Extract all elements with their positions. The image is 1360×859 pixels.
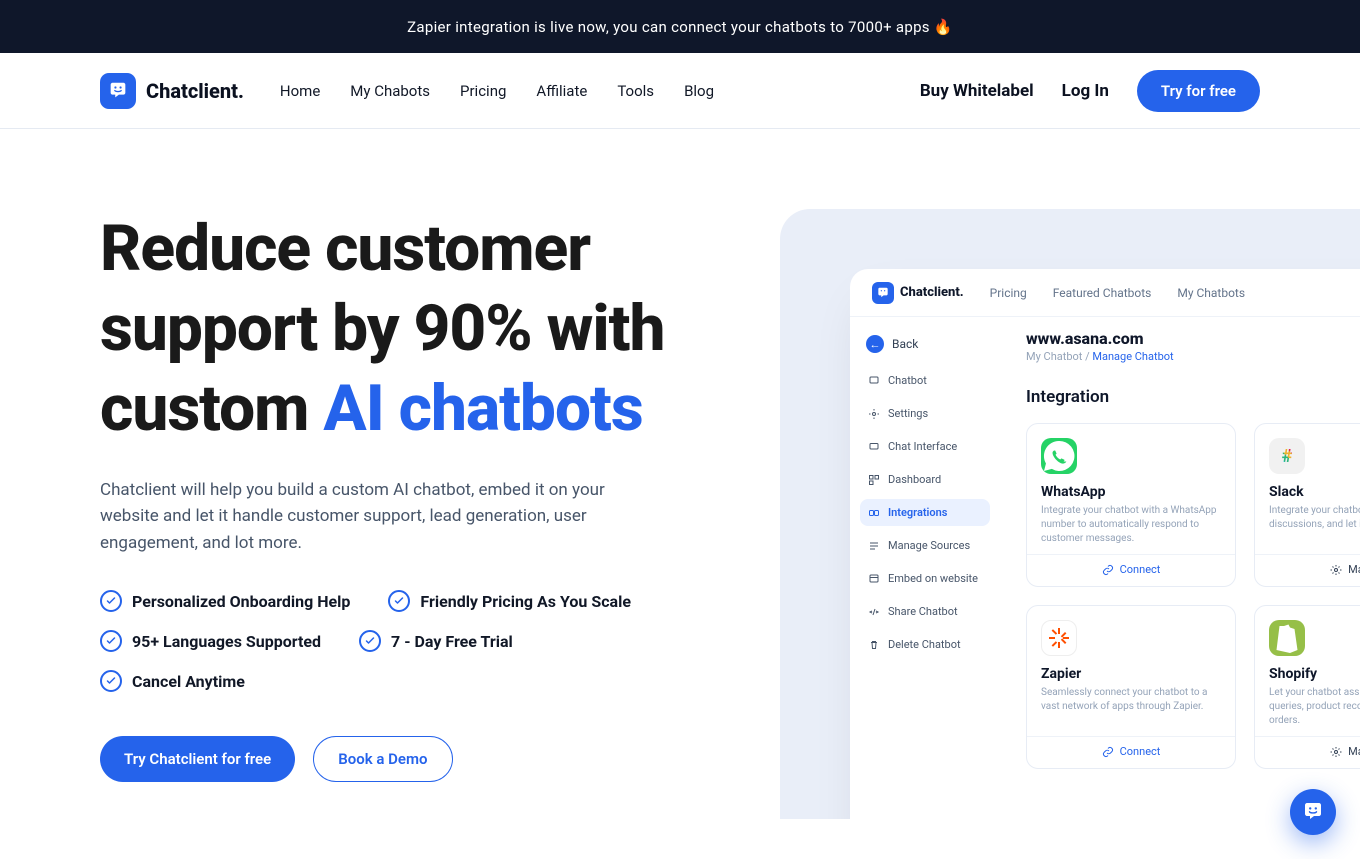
- benefit-label: Personalized Onboarding Help: [132, 592, 350, 611]
- announcement-bar[interactable]: Zapier integration is live now, you can …: [0, 0, 1360, 53]
- benefit-item: 7 - Day Free Trial: [359, 630, 513, 652]
- brand-name: Chatclient.: [146, 79, 244, 103]
- card-title: Slack: [1269, 484, 1360, 500]
- hero-ctas: Try Chatclient for free Book a Demo: [100, 736, 740, 782]
- site-header: Chatclient. Home My Chabots Pricing Affi…: [0, 53, 1360, 129]
- mock-sidebar-item: Delete Chatbot: [860, 631, 990, 658]
- mock-brand: Chatclient.: [872, 282, 964, 304]
- benefit-label: 7 - Day Free Trial: [391, 632, 513, 651]
- benefit-label: 95+ Languages Supported: [132, 632, 321, 651]
- nav-blog[interactable]: Blog: [684, 82, 714, 100]
- nav-pricing[interactable]: Pricing: [460, 82, 506, 100]
- mock-topnav-item: Pricing: [990, 286, 1027, 300]
- card-action: Connect: [1027, 554, 1235, 576]
- try-chatclient-button[interactable]: Try Chatclient for free: [100, 736, 295, 782]
- announcement-text: Zapier integration is live now, you can …: [407, 18, 953, 36]
- hero-illustration: Chatclient. Pricing Featured Chatbots My…: [780, 209, 1360, 819]
- buy-whitelabel-link[interactable]: Buy Whitelabel: [920, 81, 1034, 101]
- mock-sidebar-item: Share Chatbot: [860, 598, 990, 625]
- benefit-item: Personalized Onboarding Help: [100, 590, 350, 612]
- mock-sidebar-item: Manage Sources: [860, 532, 990, 559]
- benefit-item: 95+ Languages Supported: [100, 630, 321, 652]
- check-circle-icon: [359, 630, 381, 652]
- mock-topbar: Chatclient. Pricing Featured Chatbots My…: [850, 269, 1360, 317]
- chat-widget-button[interactable]: [1290, 789, 1336, 835]
- mock-site-name: www.asana.com: [1026, 329, 1360, 348]
- card-action: Connect: [1027, 736, 1235, 758]
- link-icon: [1102, 746, 1114, 758]
- main-nav: Home My Chabots Pricing Affiliate Tools …: [280, 82, 714, 100]
- arrow-left-icon: ←: [866, 335, 884, 353]
- shopify-icon: [1269, 620, 1305, 656]
- benefit-item: Friendly Pricing As You Scale: [388, 590, 631, 612]
- card-desc: Integrate your chatbot with a WhatsApp n…: [1041, 504, 1221, 546]
- card-desc: Integrate your chatbot with Slack in dis…: [1269, 504, 1360, 546]
- mock-sidebar-item: Embed on website: [860, 565, 990, 592]
- mock-sidebar-item: Chat Interface: [860, 433, 990, 460]
- mock-sidebar-item-active: Integrations: [860, 499, 990, 526]
- card-title: Zapier: [1041, 666, 1221, 682]
- integration-card-slack: # Slack Integrate your chatbot with Slac…: [1254, 423, 1360, 587]
- chatclient-logo-icon: [872, 282, 894, 304]
- mock-brand-name: Chatclient.: [900, 285, 964, 300]
- card-title: Shopify: [1269, 666, 1360, 682]
- mock-topnav-item: Featured Chatbots: [1053, 286, 1152, 300]
- hero-title: Reduce customer support by 90% with cust…: [100, 209, 740, 449]
- mock-sidebar-item: Settings: [860, 400, 990, 427]
- mock-sidebar-item: Chatbot: [860, 367, 990, 394]
- check-circle-icon: [100, 630, 122, 652]
- card-action: Manage: [1255, 554, 1360, 576]
- benefits-list: Personalized Onboarding Help Friendly Pr…: [100, 590, 660, 692]
- link-icon: [1102, 564, 1114, 576]
- mock-topnav-item: My Chatbots: [1177, 286, 1245, 300]
- header-right: Buy Whitelabel Log In Try for free: [920, 70, 1260, 112]
- chatclient-logo-icon: [100, 73, 136, 109]
- try-for-free-button[interactable]: Try for free: [1137, 70, 1260, 112]
- integration-card-zapier: Zapier Seamlessly connect your chatbot t…: [1026, 605, 1236, 769]
- card-desc: Let your chatbot assist Shopify with que…: [1269, 686, 1360, 728]
- chat-bubble-icon: [1301, 800, 1325, 824]
- hero-subtitle: Chatclient will help you build a custom …: [100, 477, 620, 556]
- whatsapp-icon: [1041, 438, 1077, 474]
- check-circle-icon: [388, 590, 410, 612]
- mock-sidebar-item: Dashboard: [860, 466, 990, 493]
- check-circle-icon: [100, 590, 122, 612]
- header-left: Chatclient. Home My Chabots Pricing Affi…: [100, 73, 714, 109]
- gear-icon: [1330, 746, 1342, 758]
- nav-my-chatbots[interactable]: My Chabots: [350, 82, 430, 100]
- nav-home[interactable]: Home: [280, 82, 320, 100]
- product-mock: Chatclient. Pricing Featured Chatbots My…: [850, 269, 1360, 819]
- card-action: Manage: [1255, 736, 1360, 758]
- hero-copy: Reduce customer support by 90% with cust…: [100, 209, 740, 782]
- integration-card-whatsapp: WhatsApp Integrate your chatbot with a W…: [1026, 423, 1236, 587]
- nav-affiliate[interactable]: Affiliate: [536, 82, 587, 100]
- zapier-icon: [1041, 620, 1077, 656]
- login-link[interactable]: Log In: [1062, 81, 1109, 101]
- mock-section-title: Integration: [1000, 365, 1360, 423]
- hero-title-accent: AI chatbots: [323, 371, 642, 446]
- integration-card-shopify: Shopify Let your chatbot assist Shopify …: [1254, 605, 1360, 769]
- book-demo-button[interactable]: Book a Demo: [313, 736, 452, 782]
- mock-main: www.asana.com My Chatbot / Manage Chatbo…: [1000, 317, 1360, 819]
- mock-breadcrumb: www.asana.com My Chatbot / Manage Chatbo…: [1000, 323, 1360, 365]
- card-desc: Seamlessly connect your chatbot to a vas…: [1041, 686, 1221, 728]
- benefit-label: Friendly Pricing As You Scale: [420, 592, 631, 611]
- mock-back-label: Back: [892, 337, 918, 351]
- benefit-item: Cancel Anytime: [100, 670, 245, 692]
- slack-icon: #: [1269, 438, 1305, 474]
- mock-body: ← Back Chatbot Settings Chat Interface D…: [850, 317, 1360, 819]
- mock-sidebar: ← Back Chatbot Settings Chat Interface D…: [850, 317, 1000, 819]
- nav-tools[interactable]: Tools: [617, 82, 654, 100]
- card-title: WhatsApp: [1041, 484, 1221, 500]
- hero-section: Reduce customer support by 90% with cust…: [0, 129, 1360, 819]
- mock-sidebar-list: Chatbot Settings Chat Interface Dashboar…: [860, 367, 990, 658]
- brand-logo-link[interactable]: Chatclient.: [100, 73, 244, 109]
- mock-cards: WhatsApp Integrate your chatbot with a W…: [1000, 423, 1360, 769]
- check-circle-icon: [100, 670, 122, 692]
- gear-icon: [1330, 564, 1342, 576]
- benefit-label: Cancel Anytime: [132, 672, 245, 691]
- mock-back: ← Back: [866, 335, 984, 353]
- mock-breadcrumb-path: My Chatbot / Manage Chatbot: [1026, 350, 1360, 363]
